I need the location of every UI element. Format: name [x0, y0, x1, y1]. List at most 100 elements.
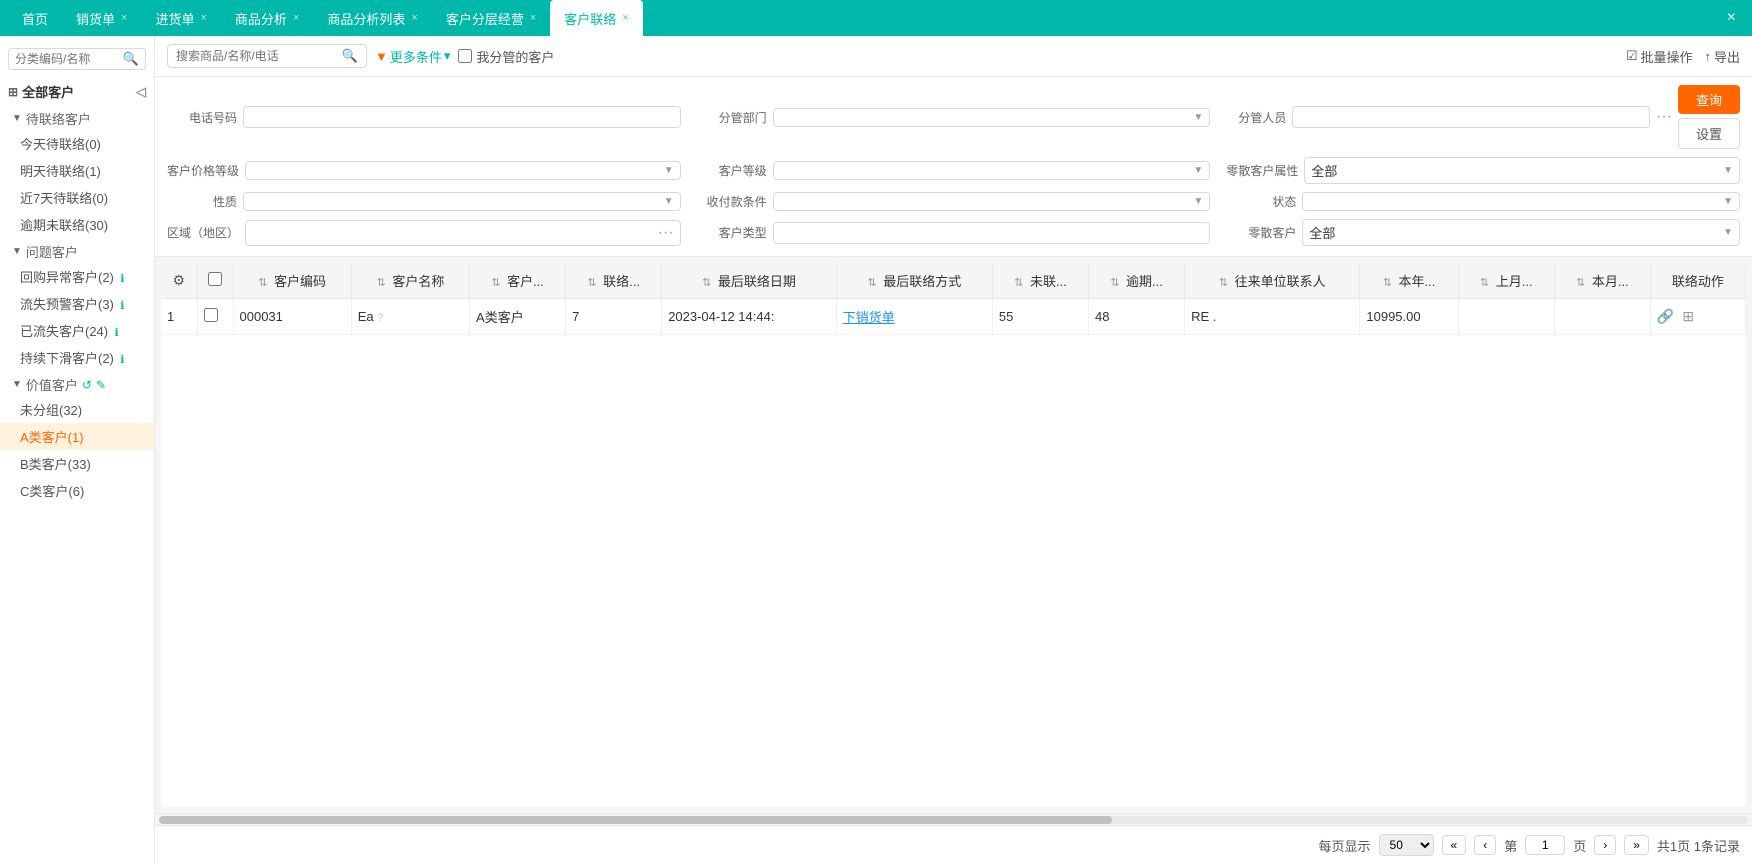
payment-select[interactable]: ▼	[773, 192, 1211, 211]
filter-bar: 🔍 ▼ 更多条件 ▾ 我分管的客户 ☑ 批量操作 ↑ 导出	[155, 36, 1752, 77]
filter-search-box[interactable]: 🔍	[167, 44, 367, 68]
cell-row-actions: 🔗 ⊞	[1650, 299, 1745, 335]
status-select[interactable]: ▼	[1302, 192, 1740, 211]
sidebar-item-class-a[interactable]: A类客户(1)	[0, 423, 154, 450]
top-navigation: 首页 销货单 × 进货单 × 商品分析 × 商品分析列表 × 客户分层经营 × …	[0, 0, 1752, 36]
sidebar-item-ungrouped[interactable]: 未分组(32)	[0, 396, 154, 423]
retail-customer-select[interactable]: 全部 ▼	[1302, 219, 1740, 246]
last-page-button[interactable]: »	[1624, 835, 1649, 855]
cell-uncontact: 55	[992, 299, 1088, 335]
dept-select[interactable]: ▼	[773, 108, 1211, 127]
sidebar-group-value[interactable]: ▼ 价值客户 ↺ ✎	[0, 371, 154, 396]
contact-link-icon[interactable]: 🔗	[1657, 308, 1674, 325]
customer-type-field[interactable]	[780, 226, 1204, 240]
nav-product-analysis[interactable]: 商品分析 ×	[221, 0, 313, 36]
horizontal-scrollbar[interactable]	[155, 813, 1752, 825]
batch-operation-button[interactable]: ☑ 批量操作	[1626, 47, 1693, 66]
refresh-icon[interactable]: ↺	[82, 378, 92, 392]
sort-icon: ⇅	[491, 277, 500, 289]
status-label: 状态	[1226, 193, 1296, 210]
close-icon[interactable]: ×	[411, 12, 417, 24]
close-all-button[interactable]: ×	[1719, 9, 1744, 27]
region-field[interactable]	[252, 226, 658, 240]
close-icon[interactable]: ×	[293, 12, 299, 24]
sidebar-item-tomorrow[interactable]: 明天待联络(1)	[0, 157, 154, 184]
retail-attr-select[interactable]: 全部 ▼	[1304, 157, 1740, 184]
search-input[interactable]	[176, 49, 342, 63]
sidebar-search-input[interactable]	[15, 52, 123, 66]
close-icon[interactable]: ×	[121, 12, 127, 24]
phone-input[interactable]	[243, 106, 681, 128]
sidebar-group-problem[interactable]: ▼ 问题客户	[0, 238, 154, 263]
filter-region: 区域（地区） ···	[167, 219, 681, 246]
more-filters-button[interactable]: ▼ 更多条件 ▾	[375, 47, 450, 66]
sidebar-all-customers[interactable]: ⊞ 全部客户 ◁	[0, 78, 154, 105]
sidebar-item-today[interactable]: 今天待联络(0)	[0, 130, 154, 157]
my-customers-filter[interactable]: 我分管的客户	[458, 47, 554, 66]
nav-customer-tier[interactable]: 客户分层经营 ×	[432, 0, 550, 36]
search-icon: 🔍	[123, 51, 139, 67]
next-page-button[interactable]: ›	[1594, 835, 1616, 855]
my-customers-checkbox[interactable]	[458, 49, 472, 63]
manager-field[interactable]	[1299, 110, 1643, 124]
settings-button[interactable]: 设置	[1678, 118, 1740, 149]
chevron-down-icon: ▼	[664, 165, 674, 176]
sidebar-item-7days[interactable]: 近7天待联络(0)	[0, 184, 154, 211]
nav-sales[interactable]: 销货单 ×	[62, 0, 141, 36]
column-header-contact-count: ⇅ 联络...	[566, 263, 662, 299]
sort-icon: ⇅	[1110, 277, 1119, 289]
edit-icon[interactable]: ✎	[96, 378, 106, 392]
manager-label: 分管人员	[1226, 109, 1286, 126]
more-actions-icon[interactable]: ⊞	[1682, 308, 1694, 325]
sidebar-item-class-b[interactable]: B类客户(33)	[0, 450, 154, 477]
prev-page-button[interactable]: ‹	[1474, 835, 1496, 855]
filter-customer-level: 客户等级 ▼	[697, 157, 1211, 184]
more-icon[interactable]: ···	[658, 224, 674, 242]
scrollbar-thumb[interactable]	[159, 816, 1112, 824]
export-button[interactable]: ↑ 导出	[1704, 47, 1740, 66]
per-page-select[interactable]: 50 100 200	[1379, 834, 1434, 856]
gear-icon[interactable]: ⚙	[172, 272, 185, 288]
dept-label: 分管部门	[697, 109, 767, 126]
region-label: 区域（地区）	[167, 224, 239, 241]
filter-phone: 电话号码	[167, 85, 681, 149]
price-level-select[interactable]: ▼	[245, 161, 681, 180]
nav-customer-contact[interactable]: 客户联络 ×	[550, 0, 642, 36]
customer-type-input[interactable]	[773, 222, 1211, 244]
close-icon[interactable]: ×	[530, 12, 536, 24]
manager-input[interactable]	[1292, 106, 1650, 128]
close-icon[interactable]: ×	[200, 12, 206, 24]
page-input[interactable]	[1525, 835, 1565, 855]
filter-nature: 性质 ▼	[167, 192, 681, 211]
phone-field[interactable]	[250, 110, 674, 124]
nav-purchase[interactable]: 进货单 ×	[141, 0, 220, 36]
sidebar-search-box[interactable]: 🔍	[8, 48, 146, 70]
sidebar-item-churn-warning[interactable]: 流失预警客户(3) ℹ	[0, 290, 154, 317]
nav-home[interactable]: 首页	[8, 0, 62, 36]
customer-level-select[interactable]: ▼	[773, 161, 1211, 180]
select-all-checkbox[interactable]	[208, 272, 222, 286]
nature-select[interactable]: ▼	[243, 192, 681, 211]
first-page-button[interactable]: «	[1442, 835, 1467, 855]
sidebar-item-repurchase-anomaly[interactable]: 回购异常客户(2) ℹ	[0, 263, 154, 290]
close-icon[interactable]: ×	[622, 12, 628, 24]
sidebar-item-class-c[interactable]: C类客户(6)	[0, 477, 154, 504]
contact-method-link[interactable]: 下销货单	[843, 310, 895, 325]
sort-icon: ⇅	[867, 277, 876, 289]
sort-icon: ⇅	[587, 277, 596, 289]
nav-product-list[interactable]: 商品分析列表 ×	[313, 0, 431, 36]
query-button[interactable]: 查询	[1678, 85, 1740, 114]
region-input[interactable]: ···	[245, 220, 681, 246]
checkbox-column-header	[197, 263, 233, 299]
collapse-icon[interactable]: ◁	[136, 84, 146, 100]
more-icon[interactable]: ···	[1656, 108, 1672, 126]
filter-retail-attr: 零散客户属性 全部 ▼	[1226, 157, 1740, 184]
batch-icon: ☑	[1626, 48, 1638, 64]
sidebar-item-declining[interactable]: 持续下滑客户(2) ℹ	[0, 344, 154, 371]
row-checkbox[interactable]	[204, 308, 218, 322]
sidebar-item-overdue[interactable]: 逾期未联络(30)	[0, 211, 154, 238]
column-header-last-method: ⇅ 最后联络方式	[836, 263, 992, 299]
sidebar-item-churned[interactable]: 已流失客户(24) ℹ	[0, 317, 154, 344]
sidebar-group-pending[interactable]: ▼ 待联络客户	[0, 105, 154, 130]
row-actions-container: 🔗 ⊞	[1657, 308, 1739, 325]
